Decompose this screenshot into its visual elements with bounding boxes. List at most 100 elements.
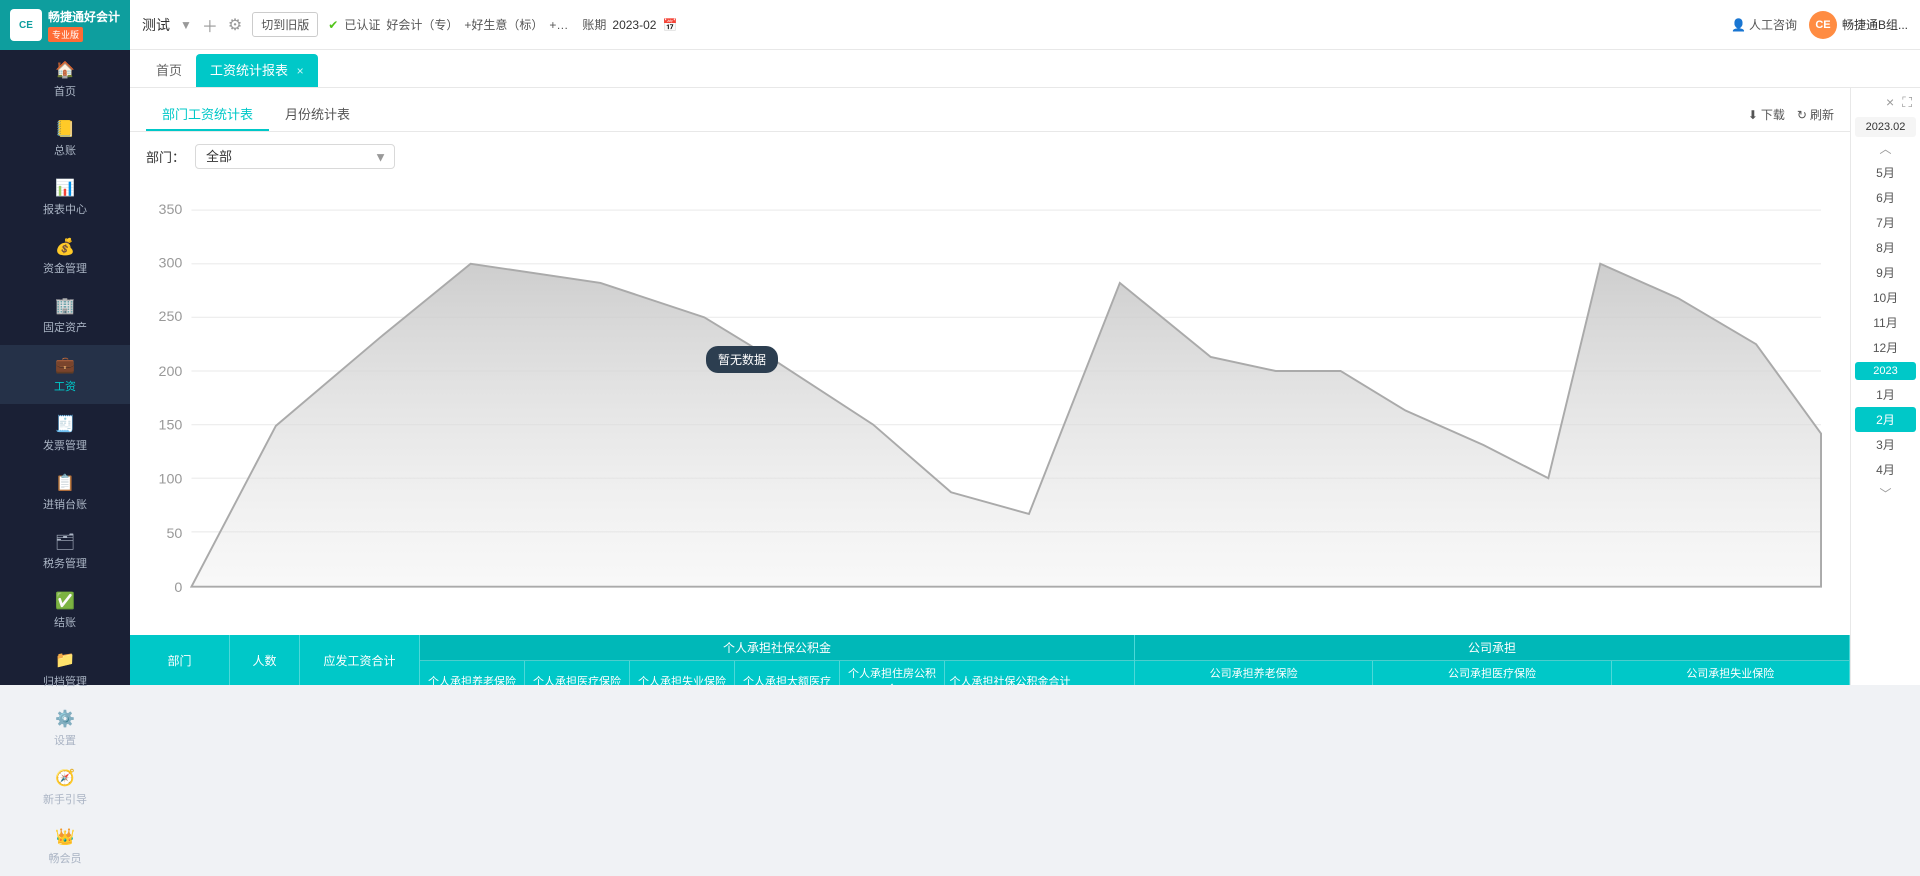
user-menu[interactable]: CE 畅捷通B组... — [1809, 11, 1908, 39]
logo-badge: 专业版 — [48, 27, 83, 42]
help-btn[interactable]: 👤 人工咨询 — [1731, 16, 1797, 33]
sidebar-item-archive[interactable]: 📁归档管理 — [0, 640, 130, 699]
ledger-icon: 📒 — [55, 119, 75, 139]
th-personal-cols: 个人承担养老保险 个人承担医疗保险 个人承担失业保险 个人承担大额医疗 个人承担 — [420, 661, 1134, 685]
th-personal-unemploy-label: 个人承担失业保险 — [638, 673, 726, 685]
year-2023[interactable]: 2023 — [1855, 362, 1916, 380]
month-item-7月[interactable]: 7月 — [1851, 210, 1920, 235]
th-personal-unemploy: 个人承担失业保险 — [630, 661, 735, 685]
subtab-bar: 部门工资统计表 月份统计表 ⬇ 下载 ↻ 刷新 — [130, 88, 1850, 132]
month-2023-4月[interactable]: 4月 — [1851, 457, 1920, 482]
sidebar-item-assets[interactable]: 🏢固定资产 — [0, 286, 130, 345]
subtab-dept[interactable]: 部门工资统计表 — [146, 98, 269, 131]
th-company-old-age: 公司承担养老保险 — [1135, 661, 1373, 685]
status-accounting: 好会计（专） — [386, 16, 458, 33]
refresh-btn[interactable]: ↻ 刷新 — [1797, 106, 1834, 123]
sidebar-item-member[interactable]: 👑 畅会员 — [0, 817, 130, 876]
th-personal-medical-label: 个人承担医疗保险 — [533, 673, 621, 685]
tab-home[interactable]: 首页 — [142, 54, 196, 87]
home-icon: 🏠 — [55, 60, 75, 80]
th-count-label: 人数 — [252, 652, 276, 669]
period-label: 账期 — [582, 16, 606, 33]
th-company-group: 公司承担 公司承担养老保险 公司承担医疗保险 公司承担失业保险 — [1135, 635, 1850, 685]
tab-salary[interactable]: 工资统计报表 × — [196, 54, 318, 87]
sidebar-item-ledger[interactable]: 📒 总账 — [0, 109, 130, 168]
filter-select-wrap: 全部 部门1 部门2 ▼ — [195, 144, 395, 169]
content-main: 部门工资统计表 月份统计表 ⬇ 下载 ↻ 刷新 — [130, 88, 1850, 685]
panel-scroll-up[interactable]: ︿ — [1851, 137, 1920, 160]
th-dept: 部门 — [130, 635, 230, 685]
month-2023-2月[interactable]: 2月 — [1855, 407, 1916, 432]
chart-svg: 350 300 250 200 150 100 50 0 — [146, 191, 1834, 625]
month-item-8月[interactable]: 8月 — [1851, 235, 1920, 260]
th-company-unemploy: 公司承担失业保险 — [1612, 661, 1849, 685]
sidebar-item-checkout[interactable]: ✅结账 — [0, 581, 130, 640]
sidebar: CE 畅捷通好会计 专业版 🏠首页📒总账📊报表中心💰资金管理🏢固定资产💼工资🧾发… — [0, 0, 130, 685]
th-company-old-age-label: 公司承担养老保险 — [1210, 665, 1298, 681]
month-2023-1月[interactable]: 1月 — [1851, 382, 1920, 407]
topbar: 测试 ▼ ＋ ⚙ 切到旧版 ✔ 已认证 好会计（专） +好生意（标） +… 账期… — [130, 0, 1920, 50]
subtab-dept-label: 部门工资统计表 — [162, 107, 253, 122]
subtab-right: ⬇ 下载 ↻ 刷新 — [1748, 106, 1834, 123]
month-item-5月[interactable]: 5月 — [1851, 160, 1920, 185]
topbar-settings-icon[interactable]: ⚙ — [228, 15, 242, 35]
archive-label: 归档管理 — [43, 673, 87, 689]
tab-salary-close[interactable]: × — [297, 64, 304, 78]
chart-wrap: 350 300 250 200 150 100 50 0 — [146, 191, 1834, 625]
table-header: 部门 人数 应发工资合计 个人承担社保公积金 个人承担养老保险 — [130, 635, 1850, 685]
sidebar-item-settings[interactable]: ⚙️设置 — [0, 699, 130, 758]
invoice-label: 发票管理 — [43, 437, 87, 453]
ledger-label: 总账 — [54, 142, 76, 158]
assets-label: 固定资产 — [43, 319, 87, 335]
sidebar-item-invoice[interactable]: 🧾 发票管理 — [0, 404, 130, 463]
content-area: 部门工资统计表 月份统计表 ⬇ 下载 ↻ 刷新 — [130, 88, 1920, 685]
th-personal-housing: 个人承担住房公积金 — [840, 661, 945, 685]
topbar-status: ✔ 已认证 好会计（专） +好生意（标） +… 账期 2023-02 📅 — [328, 16, 677, 33]
invoice-icon: 🧾 — [55, 414, 75, 434]
download-btn[interactable]: ⬇ 下载 — [1748, 106, 1785, 123]
tabbar: 首页 工资统计报表 × — [130, 50, 1920, 88]
subtab-month[interactable]: 月份统计表 — [269, 98, 366, 131]
month-item-10月[interactable]: 10月 — [1851, 285, 1920, 310]
y-label-350: 350 — [159, 202, 183, 218]
checkout-label: 结账 — [54, 614, 76, 630]
sidebar-item-guide[interactable]: 🧭新手引导 — [0, 758, 130, 817]
status-more: +… — [549, 18, 568, 32]
status-certified: 已认证 — [344, 16, 380, 33]
refresh-icon: ↻ — [1797, 108, 1807, 122]
guide-label: 新手引导 — [43, 791, 87, 807]
month-item-11月[interactable]: 11月 — [1851, 310, 1920, 335]
sidebar-item-tax[interactable]: 🗂税务管理 — [0, 522, 130, 581]
topbar-dropdown-arrow[interactable]: ▼ — [180, 18, 192, 32]
subtab-month-label: 月份统计表 — [285, 107, 350, 122]
month-item-12月[interactable]: 12月 — [1851, 335, 1920, 360]
sidebar-item-sales[interactable]: 📋进销台账 — [0, 463, 130, 522]
th-company-medical: 公司承担医疗保险 — [1373, 661, 1611, 685]
funds-icon: 💰 — [55, 237, 75, 257]
month-item-9月[interactable]: 9月 — [1851, 260, 1920, 285]
panel-close-btn[interactable]: × — [1886, 94, 1894, 111]
month-2023-3月[interactable]: 3月 — [1851, 432, 1920, 457]
panel-date-display[interactable]: 2023.02 — [1855, 117, 1916, 137]
sidebar-item-reports[interactable]: 📊报表中心 — [0, 168, 130, 227]
main-content: 测试 ▼ ＋ ⚙ 切到旧版 ✔ 已认证 好会计（专） +好生意（标） +… 账期… — [130, 0, 1920, 685]
sidebar-item-home[interactable]: 🏠首页 — [0, 50, 130, 109]
sidebar-item-funds[interactable]: 💰资金管理 — [0, 227, 130, 286]
th-personal-big-med-label: 个人承担大额医疗 — [743, 673, 831, 685]
th-company-medical-label: 公司承担医疗保险 — [1448, 665, 1536, 681]
calendar-icon[interactable]: 📅 — [662, 18, 677, 32]
panel-expand-btn[interactable]: ⛶ — [1902, 94, 1912, 111]
dept-filter-select[interactable]: 全部 部门1 部门2 — [195, 144, 395, 169]
month-item-6月[interactable]: 6月 — [1851, 185, 1920, 210]
sidebar-items-container: 🏠首页 📒 总账 📊报表中心💰资金管理🏢固定资产💼工资 🧾 发票管理 📋进销台账🗂税务管理✅… — [0, 50, 130, 876]
member-label: 畅会员 — [49, 850, 82, 866]
member-icon: 👑 — [55, 827, 75, 847]
sales-label: 进销台账 — [43, 496, 87, 512]
th-dept-label: 部门 — [167, 652, 191, 669]
filter-label: 部门： — [146, 147, 185, 166]
switch-old-btn[interactable]: 切到旧版 — [252, 12, 318, 37]
sidebar-item-salary[interactable]: 💼工资 — [0, 345, 130, 404]
settings-label: 设置 — [54, 732, 76, 748]
panel-scroll-down[interactable]: ﹀ — [1851, 482, 1920, 505]
topbar-add-icon[interactable]: ＋ — [202, 13, 218, 37]
